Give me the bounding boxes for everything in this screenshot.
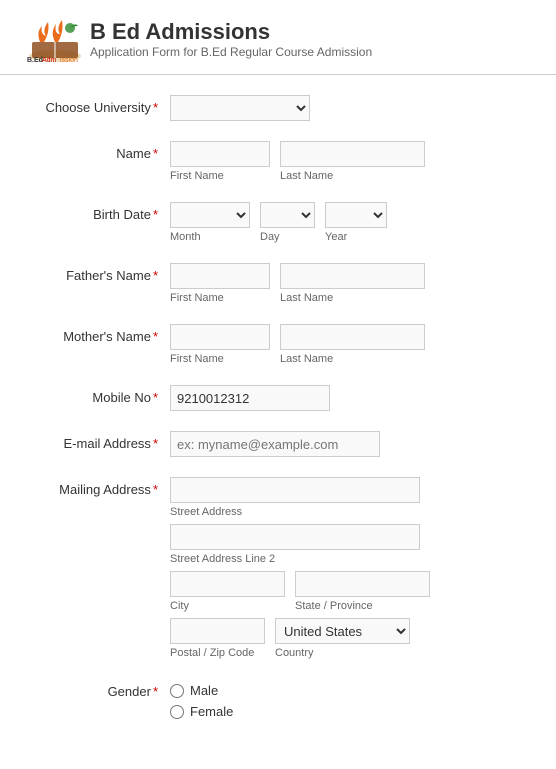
zip-label: Postal / Zip Code [170,647,265,659]
name-field: First Name Last Name [170,141,526,182]
country-select[interactable]: United States India United Kingdom Canad… [275,618,410,644]
university-select[interactable] [170,95,310,121]
father-name-label: Father's Name* [30,263,170,283]
page-title: B Ed Admissions [90,19,372,45]
birth-date-label: Birth Date* [30,202,170,222]
birth-date-field: JanuaryFebruaryMarch AprilMayJune JulyAu… [170,202,526,243]
father-first-label: First Name [170,292,270,304]
page-header: B.Ed Adm ission B Ed Admissions Applicat… [0,0,556,75]
gender-female-option: Female [170,704,526,719]
day-select[interactable] [260,202,315,228]
month-col: JanuaryFebruaryMarch AprilMayJune JulyAu… [170,202,250,243]
country-label: Country [275,647,410,659]
year-select[interactable] [325,202,387,228]
mother-name-label: Mother's Name* [30,324,170,344]
first-name-input[interactable] [170,141,270,167]
mobile-input[interactable]: 9210012312 [170,385,330,411]
mother-last-label: Last Name [280,353,425,365]
zip-col: Postal / Zip Code [170,618,265,659]
last-name-input[interactable] [280,141,425,167]
svg-text:ission: ission [60,57,78,64]
mailing-address-row: Mailing Address* Street Address Street A… [30,477,526,659]
father-first-name-input[interactable] [170,263,270,289]
gender-male-option: Male [170,683,526,698]
year-col: Year [325,202,387,243]
country-col: United States India United Kingdom Canad… [275,618,410,659]
form-container: Choose University* Name* First Name Last… [0,75,556,769]
mother-first-name-input[interactable] [170,324,270,350]
city-input[interactable] [170,571,285,597]
university-row: Choose University* [30,95,526,121]
zip-country-row: Postal / Zip Code United States India Un… [170,618,526,659]
mobile-row: Mobile No* 9210012312 [30,385,526,411]
header-text: B Ed Admissions Application Form for B.E… [90,19,372,59]
city-state-row: City State / Province [170,571,526,612]
last-name-label: Last Name [280,170,425,182]
father-name-row: Father's Name* First Name Last Name [30,263,526,304]
gender-field: Male Female [170,679,526,719]
city-col: City [170,571,285,612]
gender-female-radio[interactable] [170,705,184,719]
mother-last-col: Last Name [280,324,425,365]
street2-col: Street Address Line 2 [170,524,526,565]
father-first-col: First Name [170,263,270,304]
email-input[interactable] [170,431,380,457]
email-field-container [170,431,526,457]
university-label: Choose University* [30,95,170,115]
logo-icon: B.Ed Adm ission [20,14,90,64]
zip-input[interactable] [170,618,265,644]
mother-name-row: Mother's Name* First Name Last Name [30,324,526,365]
mother-first-col: First Name [170,324,270,365]
email-label: E-mail Address* [30,431,170,451]
svg-text:B.Ed: B.Ed [27,57,43,64]
email-row: E-mail Address* [30,431,526,457]
year-label: Year [325,231,387,243]
gender-male-radio[interactable] [170,684,184,698]
street-input[interactable] [170,477,420,503]
father-name-field: First Name Last Name [170,263,526,304]
birth-date-row: Birth Date* JanuaryFebruaryMarch AprilMa… [30,202,526,243]
day-label: Day [260,231,315,243]
gender-label: Gender* [30,679,170,699]
gender-female-label: Female [190,704,233,719]
page-subtitle: Application Form for B.Ed Regular Course… [90,45,372,59]
last-name-col: Last Name [280,141,425,182]
svg-text:Adm: Adm [42,57,57,64]
mailing-address-field: Street Address Street Address Line 2 Cit… [170,477,526,659]
first-name-label: First Name [170,170,270,182]
mobile-label: Mobile No* [30,385,170,405]
month-label: Month [170,231,250,243]
name-label: Name* [30,141,170,161]
state-col: State / Province [295,571,430,612]
name-row: Name* First Name Last Name [30,141,526,182]
street2-label: Street Address Line 2 [170,553,526,565]
month-select[interactable]: JanuaryFebruaryMarch AprilMayJune JulyAu… [170,202,250,228]
street-col: Street Address [170,477,526,518]
gender-options: Male Female [170,679,526,719]
state-input[interactable] [295,571,430,597]
city-label: City [170,600,285,612]
state-label: State / Province [295,600,430,612]
first-name-col: First Name [170,141,270,182]
father-last-col: Last Name [280,263,425,304]
university-field [170,95,526,121]
mother-first-label: First Name [170,353,270,365]
street-label: Street Address [170,506,526,518]
gender-male-label: Male [190,683,218,698]
day-col: Day [260,202,315,243]
mother-last-name-input[interactable] [280,324,425,350]
mother-name-field: First Name Last Name [170,324,526,365]
gender-row: Gender* Male Female [30,679,526,719]
father-last-name-input[interactable] [280,263,425,289]
father-last-label: Last Name [280,292,425,304]
mailing-address-label: Mailing Address* [30,477,170,497]
mobile-field: 9210012312 [170,385,526,411]
street2-input[interactable] [170,524,420,550]
